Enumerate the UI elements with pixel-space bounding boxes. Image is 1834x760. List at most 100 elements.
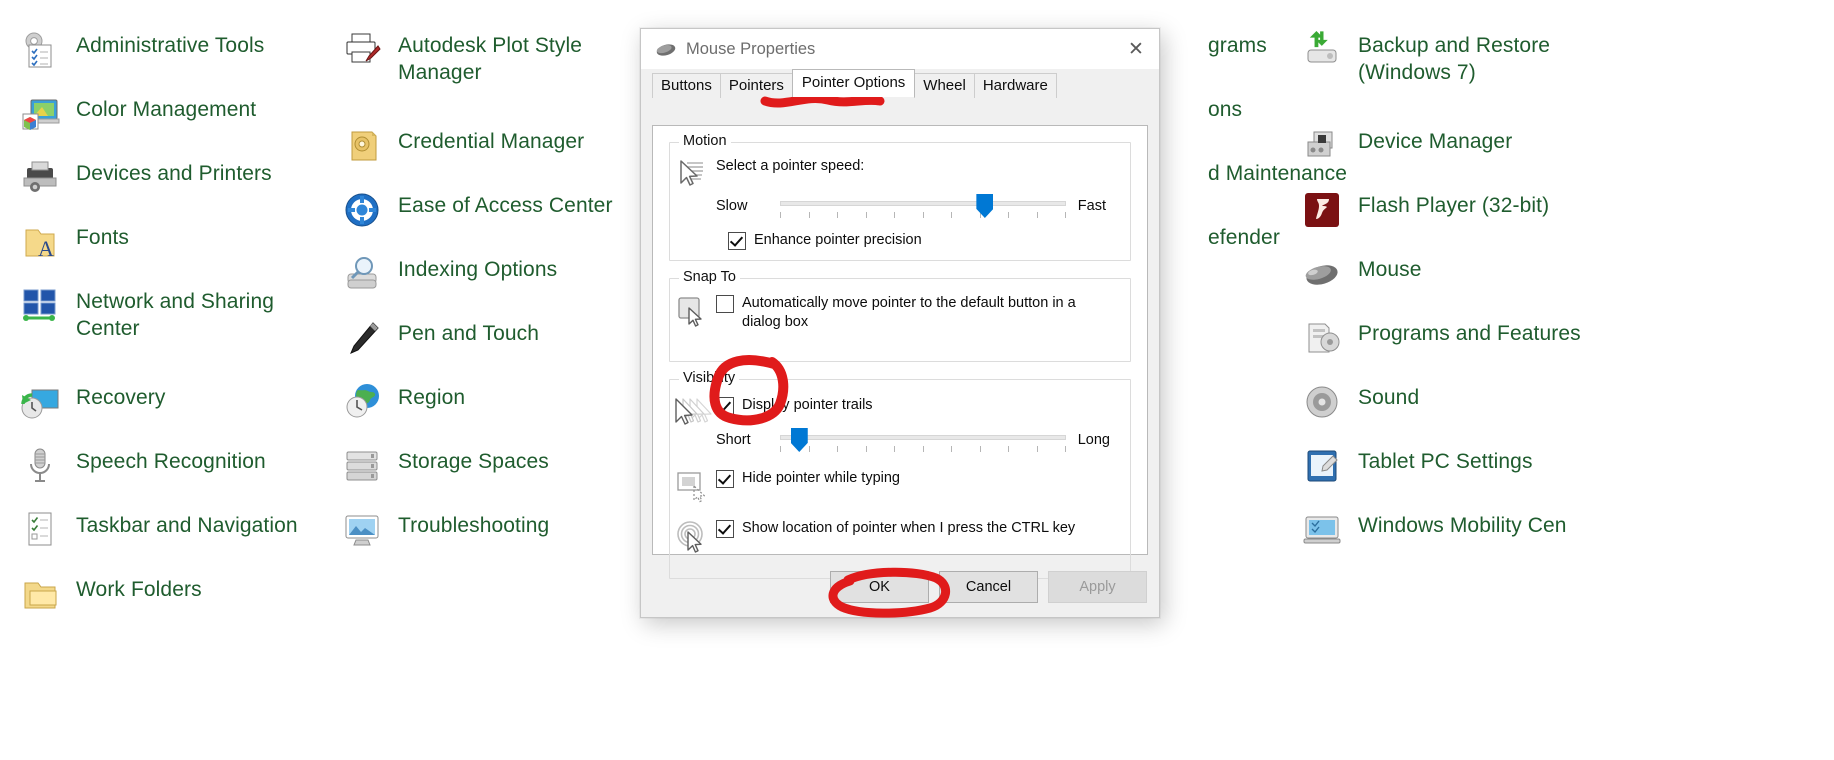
pen-touch-icon: [340, 316, 384, 360]
show-pointer-location-label: Show location of pointer when I press th…: [742, 520, 1076, 536]
snap-to-group: Snap To Automatically move pointer to th…: [669, 269, 1131, 362]
control-panel-item[interactable]: Windows Mobility Cen: [1300, 508, 1820, 572]
indexing-options-icon: [340, 252, 384, 296]
control-panel-item-label: Backup and Restore (Windows 7): [1358, 34, 1551, 84]
control-panel-item[interactable]: Taskbar and Navigation: [18, 508, 318, 572]
control-panel-item[interactable]: Speech Recognition: [18, 444, 318, 508]
long-label: Long: [1077, 432, 1110, 448]
network-sharing-icon: [18, 284, 62, 328]
dialog-title: Mouse Properties: [686, 39, 816, 58]
ease-of-access-icon: [340, 188, 384, 232]
pointer-trails-icon: [670, 396, 716, 430]
programs-features-icon: [1300, 316, 1344, 360]
control-panel-column-2: Autodesk Plot Style Manager Credential Ma…: [340, 28, 640, 572]
slow-label: Slow: [716, 198, 748, 214]
hide-pointer-typing-label: Hide pointer while typing: [742, 470, 900, 486]
color-management-icon: [18, 92, 62, 136]
control-panel-item[interactable]: Pen and Touch: [340, 316, 640, 380]
control-panel-item-label: Indexing Options: [398, 258, 558, 281]
control-panel-item[interactable]: Indexing Options: [340, 252, 640, 316]
control-panel-item-label: Fonts: [76, 226, 130, 249]
control-panel-column-4: Backup and Restore (Windows 7) Device Man…: [1300, 28, 1820, 572]
control-panel-item-label: Autodesk Plot Style Manager: [398, 34, 582, 84]
control-panel-item-label: Recovery: [76, 386, 166, 409]
control-panel-item-label: Color Management: [76, 98, 257, 121]
control-panel-item[interactable]: A Fonts: [18, 220, 318, 284]
region-icon: [340, 380, 384, 424]
control-panel-item[interactable]: Mouse: [1300, 252, 1820, 316]
control-panel-item-label: Programs and Features: [1358, 322, 1581, 345]
control-panel-item[interactable]: Network and Sharing Center: [18, 284, 318, 380]
tablet-pc-settings-icon: [1300, 444, 1344, 488]
display-pointer-trails-label: Display pointer trails: [742, 397, 873, 413]
tab-buttons[interactable]: Buttons: [652, 73, 721, 98]
control-panel-item-label: efender: [1208, 226, 1280, 249]
troubleshooting-icon: [340, 508, 384, 552]
control-panel-item[interactable]: Device Manager: [1300, 124, 1820, 188]
control-panel-item-label: Region: [398, 386, 466, 409]
control-panel-item-label: Taskbar and Navigation: [76, 514, 298, 537]
slider-ticks: [780, 212, 1066, 219]
recovery-icon: [18, 380, 62, 424]
control-panel-item[interactable]: Color Management: [18, 92, 318, 156]
motion-group-label: Motion: [679, 133, 731, 149]
control-panel-item[interactable]: Work Folders: [18, 572, 318, 636]
control-panel-item[interactable]: Credential Manager: [340, 124, 640, 188]
motion-group: Motion Select a pointer speed: Slow Fast…: [669, 133, 1131, 261]
control-panel-item-label: Troubleshooting: [398, 514, 550, 537]
control-panel-item-label: Storage Spaces: [398, 450, 549, 473]
control-panel-item[interactable]: Recovery: [18, 380, 318, 444]
dialog-tabstrip: Buttons Pointers Pointer Options Wheel Hardw…: [641, 69, 1159, 98]
control-panel-item[interactable]: Storage Spaces: [340, 444, 640, 508]
tab-pointer-options[interactable]: Pointer Options: [791, 69, 916, 97]
control-panel-item-label: Tablet PC Settings: [1358, 450, 1533, 473]
control-panel-item-label: ons: [1208, 98, 1243, 121]
tab-hardware[interactable]: Hardware: [973, 73, 1057, 98]
control-panel-item[interactable]: Sound: [1300, 380, 1820, 444]
enhance-pointer-precision-checkbox[interactable]: [728, 232, 746, 250]
hide-pointer-typing-checkbox[interactable]: [716, 470, 734, 488]
visibility-group: Visibility Display pointer trails Short …: [669, 370, 1131, 579]
trail-slider-ticks: [780, 446, 1066, 453]
sound-icon: [1300, 380, 1344, 424]
show-pointer-location-checkbox[interactable]: [716, 520, 734, 538]
ok-button[interactable]: OK: [830, 571, 929, 603]
control-panel-item-label: Speech Recognition: [76, 450, 266, 473]
snap-to-group-label: Snap To: [679, 269, 740, 285]
control-panel-item-label: Windows Mobility Cen: [1358, 514, 1567, 537]
auto-move-pointer-checkbox[interactable]: [716, 295, 734, 313]
pointer-trails-slider[interactable]: [780, 427, 1066, 453]
fonts-icon: A: [18, 220, 62, 264]
device-manager-icon: [1300, 124, 1344, 168]
tab-pointers[interactable]: Pointers: [719, 73, 793, 98]
control-panel-item-label: Network and Sharing Center: [76, 290, 275, 340]
display-pointer-trails-checkbox[interactable]: [716, 397, 734, 415]
control-panel-item[interactable]: Region: [340, 380, 640, 444]
close-icon[interactable]: ✕: [1113, 29, 1159, 69]
credential-manager-icon: [340, 124, 384, 168]
control-panel-item-label: grams: [1208, 34, 1267, 57]
display-pointer-trails-row[interactable]: Display pointer trails: [716, 396, 1110, 415]
control-panel-item[interactable]: Tablet PC Settings: [1300, 444, 1820, 508]
windows-mobility-icon: [1300, 508, 1344, 552]
pointer-speed-label: Select a pointer speed:: [716, 158, 865, 174]
pointer-speed-slider[interactable]: [780, 193, 1066, 219]
tab-wheel[interactable]: Wheel: [914, 73, 975, 98]
enhance-pointer-precision-row[interactable]: Enhance pointer precision: [728, 231, 1130, 250]
control-panel-item[interactable]: Autodesk Plot Style Manager: [340, 28, 640, 124]
control-panel-item[interactable]: Devices and Printers: [18, 156, 318, 220]
control-panel-item[interactable]: Backup and Restore (Windows 7): [1300, 28, 1820, 124]
show-pointer-location-icon: [670, 519, 716, 553]
control-panel-item[interactable]: Ease of Access Center: [340, 188, 640, 252]
dialog-titlebar[interactable]: Mouse Properties ✕: [641, 29, 1159, 69]
control-panel-item-label: Devices and Printers: [76, 162, 272, 185]
control-panel-item[interactable]: Troubleshooting: [340, 508, 640, 572]
trail-slider-track: [780, 435, 1066, 440]
cancel-button[interactable]: Cancel: [939, 571, 1038, 603]
control-panel-item[interactable]: Programs and Features: [1300, 316, 1820, 380]
speech-recognition-icon: [18, 444, 62, 488]
admin-tools-icon: [18, 28, 62, 72]
control-panel-item[interactable]: Administrative Tools: [18, 28, 318, 92]
control-panel-item[interactable]: Flash Player (32-bit): [1300, 188, 1820, 252]
apply-button: Apply: [1048, 571, 1147, 603]
